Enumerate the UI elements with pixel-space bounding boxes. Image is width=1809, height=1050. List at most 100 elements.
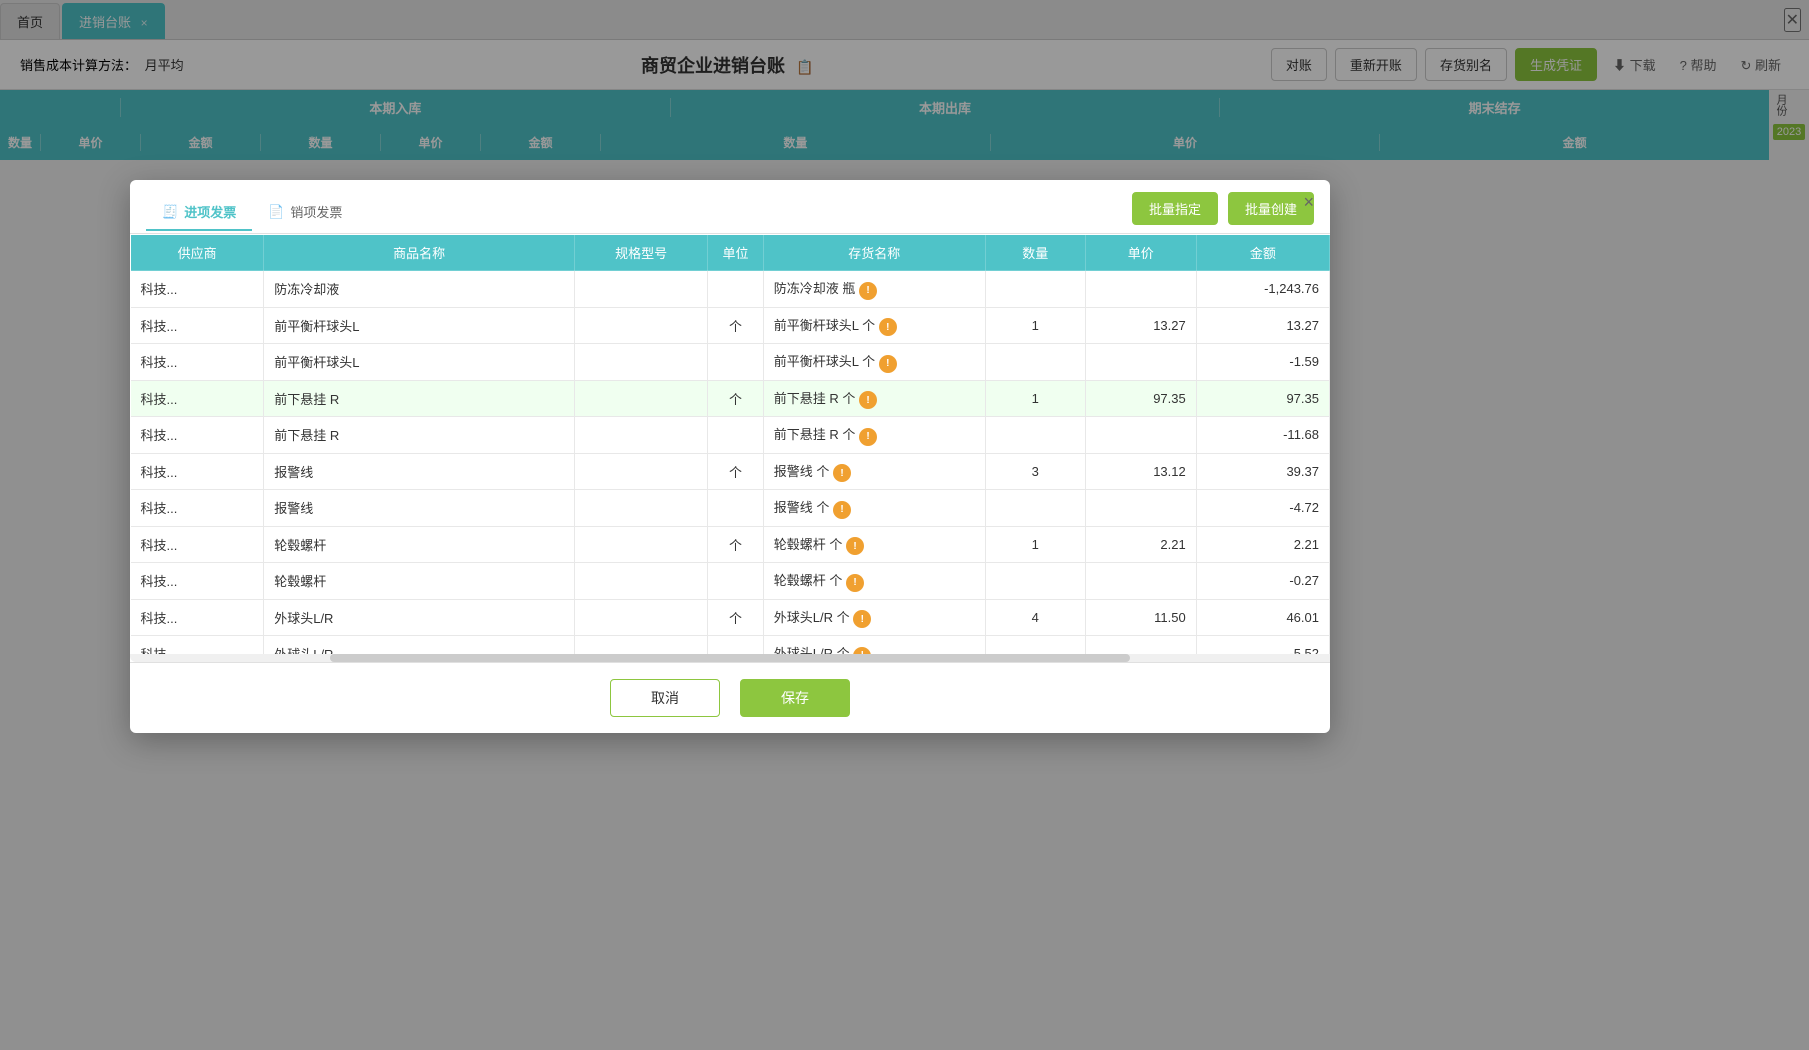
cell-unit bbox=[708, 490, 764, 527]
invoice-table: 供应商 商品名称 规格型号 单位 存货名称 数量 单价 金额 科技... 防冻冷… bbox=[130, 234, 1330, 654]
warning-icon: ! bbox=[859, 282, 877, 300]
cell-quantity bbox=[985, 344, 1085, 381]
scrollbar-thumb[interactable] bbox=[330, 654, 1130, 662]
warning-icon: ! bbox=[853, 647, 871, 655]
table-row: 科技... 前平衡杆球头L 前平衡杆球头L 个 ! -1.59 bbox=[131, 344, 1330, 381]
cell-supplier: 科技... bbox=[131, 307, 264, 344]
cell-unit: 个 bbox=[708, 599, 764, 636]
modal-table-body: 科技... 防冻冷却液 防冻冷却液 瓶 ! -1,243.76 科技... 前平… bbox=[131, 271, 1330, 655]
cell-quantity: 4 bbox=[985, 599, 1085, 636]
table-header-row: 供应商 商品名称 规格型号 单位 存货名称 数量 单价 金额 bbox=[131, 235, 1330, 271]
cell-spec bbox=[575, 526, 708, 563]
th-spec: 规格型号 bbox=[575, 235, 708, 271]
cell-amount: -1.59 bbox=[1196, 344, 1329, 381]
cell-spec bbox=[575, 417, 708, 454]
cell-stock-name: 报警线 个 ! bbox=[763, 490, 985, 527]
cell-unit-price: 2.21 bbox=[1085, 526, 1196, 563]
cell-unit-price bbox=[1085, 563, 1196, 600]
cell-unit-price: 97.35 bbox=[1085, 380, 1196, 417]
cell-spec bbox=[575, 380, 708, 417]
cell-supplier: 科技... bbox=[131, 380, 264, 417]
cell-amount: 2.21 bbox=[1196, 526, 1329, 563]
table-row: 科技... 前下悬挂 R 前下悬挂 R 个 ! -11.68 bbox=[131, 417, 1330, 454]
cell-stock-name: 外球头L/R 个 ! bbox=[763, 599, 985, 636]
cell-spec bbox=[575, 490, 708, 527]
cell-unit-price: 13.27 bbox=[1085, 307, 1196, 344]
th-supplier: 供应商 bbox=[131, 235, 264, 271]
warning-icon: ! bbox=[859, 428, 877, 446]
cell-unit bbox=[708, 636, 764, 655]
cell-quantity: 3 bbox=[985, 453, 1085, 490]
th-unit: 单位 bbox=[708, 235, 764, 271]
table-row: 科技... 外球头L/R 外球头L/R 个 ! -5.52 bbox=[131, 636, 1330, 655]
cell-quantity: 1 bbox=[985, 526, 1085, 563]
cell-goods-name: 前下悬挂 R bbox=[264, 417, 575, 454]
invoice-out-icon: 📄 bbox=[268, 204, 284, 220]
modal-header-right: 批量指定 批量创建 bbox=[1132, 192, 1314, 233]
cell-supplier: 科技... bbox=[131, 526, 264, 563]
cell-unit: 个 bbox=[708, 526, 764, 563]
cancel-button[interactable]: 取消 bbox=[610, 679, 720, 717]
cell-unit: 个 bbox=[708, 453, 764, 490]
th-quantity: 数量 bbox=[985, 235, 1085, 271]
warning-icon: ! bbox=[833, 464, 851, 482]
cell-spec bbox=[575, 599, 708, 636]
cell-amount: -0.27 bbox=[1196, 563, 1329, 600]
cell-unit-price bbox=[1085, 344, 1196, 381]
th-amount: 金额 bbox=[1196, 235, 1329, 271]
cell-spec bbox=[575, 271, 708, 308]
cell-goods-name: 外球头L/R bbox=[264, 636, 575, 655]
cell-unit-price: 11.50 bbox=[1085, 599, 1196, 636]
cell-stock-name: 轮毂螺杆 个 ! bbox=[763, 563, 985, 600]
modal-close-button[interactable]: × bbox=[1303, 192, 1314, 213]
cell-unit-price bbox=[1085, 271, 1196, 308]
cell-supplier: 科技... bbox=[131, 344, 264, 381]
batch-create-button[interactable]: 批量创建 bbox=[1228, 192, 1314, 225]
save-button[interactable]: 保存 bbox=[740, 679, 850, 717]
cell-quantity: 1 bbox=[985, 307, 1085, 344]
cell-goods-name: 前平衡杆球头L bbox=[264, 307, 575, 344]
cell-unit bbox=[708, 563, 764, 600]
table-row: 科技... 前平衡杆球头L 个 前平衡杆球头L 个 ! 1 13.27 13.2… bbox=[131, 307, 1330, 344]
cell-goods-name: 前下悬挂 R bbox=[264, 380, 575, 417]
modal-dialog: 🧾 进项发票 📄 销项发票 批量指定 批量创建 × 供应商 商品名称 规格型号 … bbox=[130, 180, 1330, 733]
cell-stock-name: 前下悬挂 R 个 ! bbox=[763, 417, 985, 454]
tab-sales-invoice[interactable]: 📄 销项发票 bbox=[252, 194, 358, 231]
cell-amount: 46.01 bbox=[1196, 599, 1329, 636]
cell-unit: 个 bbox=[708, 307, 764, 344]
tab-purchase-invoice[interactable]: 🧾 进项发票 bbox=[146, 194, 252, 231]
cell-stock-name: 前平衡杆球头L 个 ! bbox=[763, 307, 985, 344]
table-row: 科技... 报警线 个 报警线 个 ! 3 13.12 39.37 bbox=[131, 453, 1330, 490]
cell-quantity bbox=[985, 636, 1085, 655]
cell-stock-name: 报警线 个 ! bbox=[763, 453, 985, 490]
cell-goods-name: 前平衡杆球头L bbox=[264, 344, 575, 381]
modal-horizontal-scrollbar[interactable] bbox=[130, 654, 1330, 662]
cell-goods-name: 轮毂螺杆 bbox=[264, 563, 575, 600]
cell-goods-name: 报警线 bbox=[264, 453, 575, 490]
warning-icon: ! bbox=[879, 355, 897, 373]
cell-goods-name: 报警线 bbox=[264, 490, 575, 527]
cell-unit-price bbox=[1085, 490, 1196, 527]
warning-icon: ! bbox=[859, 391, 877, 409]
cell-spec bbox=[575, 453, 708, 490]
cell-amount: -1,243.76 bbox=[1196, 271, 1329, 308]
modal-body[interactable]: 供应商 商品名称 规格型号 单位 存货名称 数量 单价 金额 科技... 防冻冷… bbox=[130, 234, 1330, 654]
cell-unit bbox=[708, 344, 764, 381]
cell-stock-name: 前下悬挂 R 个 ! bbox=[763, 380, 985, 417]
cell-amount: -11.68 bbox=[1196, 417, 1329, 454]
cell-spec bbox=[575, 344, 708, 381]
cell-stock-name: 防冻冷却液 瓶 ! bbox=[763, 271, 985, 308]
cell-supplier: 科技... bbox=[131, 453, 264, 490]
warning-icon: ! bbox=[833, 501, 851, 519]
cell-spec bbox=[575, 636, 708, 655]
cell-quantity bbox=[985, 490, 1085, 527]
warning-icon: ! bbox=[879, 318, 897, 336]
batch-assign-button[interactable]: 批量指定 bbox=[1132, 192, 1218, 225]
table-row: 科技... 外球头L/R 个 外球头L/R 个 ! 4 11.50 46.01 bbox=[131, 599, 1330, 636]
cell-amount: 13.27 bbox=[1196, 307, 1329, 344]
modal-header: 🧾 进项发票 📄 销项发票 批量指定 批量创建 × bbox=[130, 180, 1330, 234]
cell-unit: 个 bbox=[708, 380, 764, 417]
cell-amount: 97.35 bbox=[1196, 380, 1329, 417]
cell-spec bbox=[575, 563, 708, 600]
cell-unit bbox=[708, 417, 764, 454]
